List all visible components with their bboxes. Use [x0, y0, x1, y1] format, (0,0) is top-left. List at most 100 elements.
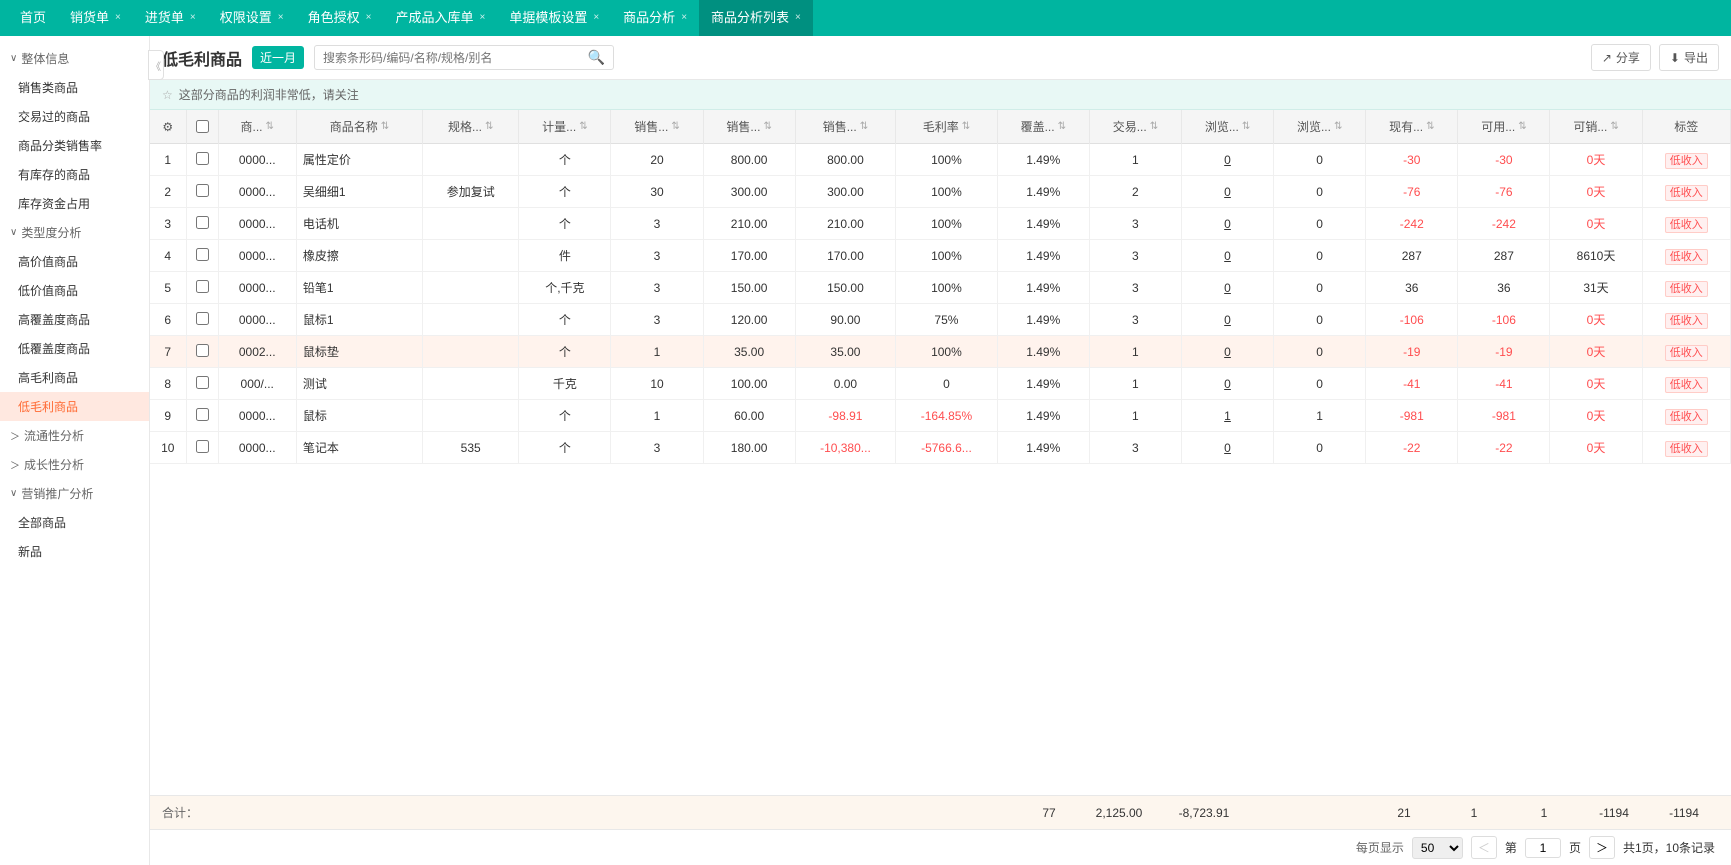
page-number-input[interactable]: [1525, 838, 1561, 858]
th-sales-profit[interactable]: 销售...⇅: [795, 110, 895, 144]
prev-page-button[interactable]: ＜: [1471, 836, 1497, 859]
row-checkbox[interactable]: [196, 408, 209, 421]
row-name[interactable]: 属性定价: [296, 144, 422, 176]
sidebar-item-low-value[interactable]: 低价值商品: [0, 276, 149, 305]
sidebar-item-capital[interactable]: 库存资金占用: [0, 189, 149, 218]
th-code[interactable]: 商...⇅: [218, 110, 296, 144]
sidebar-item-low-profit[interactable]: 低毛利商品: [0, 392, 149, 421]
row-name[interactable]: 笔记本: [296, 432, 422, 464]
sidebar-group-value-analysis[interactable]: ∨ 类型度分析: [0, 218, 149, 247]
sidebar-item-high-value[interactable]: 高价值商品: [0, 247, 149, 276]
row-name[interactable]: 铅笔1: [296, 272, 422, 304]
sidebar-group-growth[interactable]: ＞ 成长性分析: [0, 450, 149, 479]
th-spec[interactable]: 规格...⇅: [423, 110, 519, 144]
nav-permissions[interactable]: 权限设置 ×: [208, 0, 296, 36]
views1-link[interactable]: 0: [1224, 345, 1231, 359]
row-views1[interactable]: 0: [1181, 304, 1273, 336]
row-name[interactable]: 鼠标: [296, 400, 422, 432]
views1-link[interactable]: 0: [1224, 441, 1231, 455]
th-transactions[interactable]: 交易...⇅: [1089, 110, 1181, 144]
row-views1[interactable]: 0: [1181, 144, 1273, 176]
sidebar-item-new-products[interactable]: 新品: [0, 537, 149, 566]
views1-link[interactable]: 0: [1224, 217, 1231, 231]
row-checkbox[interactable]: [196, 248, 209, 261]
sidebar-item-high-coverage[interactable]: 高覆盖度商品: [0, 305, 149, 334]
th-sales-amount[interactable]: 销售...⇅: [703, 110, 795, 144]
row-views1[interactable]: 0: [1181, 240, 1273, 272]
nav-templates[interactable]: 单据模板设置 ×: [497, 0, 611, 36]
row-name[interactable]: 鼠标垫: [296, 336, 422, 368]
sidebar-item-high-profit[interactable]: 高毛利商品: [0, 363, 149, 392]
views1-link[interactable]: 0: [1224, 281, 1231, 295]
sidebar-item-traded-products[interactable]: 交易过的商品: [0, 102, 149, 131]
row-checkbox[interactable]: [196, 152, 209, 165]
th-sales-qty[interactable]: 销售...⇅: [611, 110, 703, 144]
sidebar-group-marketing[interactable]: ∨ 营销推广分析: [0, 479, 149, 508]
th-available-stock[interactable]: 可用...⇅: [1458, 110, 1550, 144]
search-input[interactable]: [323, 51, 588, 65]
views1-link[interactable]: 0: [1224, 313, 1231, 327]
th-current-stock[interactable]: 现有...⇅: [1366, 110, 1458, 144]
sidebar-item-stocked-products[interactable]: 有库存的商品: [0, 160, 149, 189]
row-views1[interactable]: 0: [1181, 336, 1273, 368]
nav-permissions-close[interactable]: ×: [278, 0, 284, 36]
row-name[interactable]: 鼠标1: [296, 304, 422, 336]
th-tag[interactable]: 标签: [1642, 110, 1730, 144]
views1-link[interactable]: 1: [1224, 409, 1231, 423]
row-views1[interactable]: 0: [1181, 208, 1273, 240]
th-settings[interactable]: ⚙: [150, 110, 186, 144]
page-size-select[interactable]: 50 100 200: [1412, 837, 1463, 859]
th-views2[interactable]: 浏览...⇅: [1274, 110, 1366, 144]
views1-link[interactable]: 0: [1224, 185, 1231, 199]
export-button[interactable]: ⬇ 导出: [1659, 44, 1719, 71]
nav-products[interactable]: 产成品入库单 ×: [383, 0, 497, 36]
row-checkbox[interactable]: [196, 184, 209, 197]
th-checkbox[interactable]: [186, 110, 218, 144]
sidebar-item-all-products[interactable]: 全部商品: [0, 508, 149, 537]
share-button[interactable]: ↗ 分享: [1591, 44, 1651, 71]
row-views1[interactable]: 0: [1181, 176, 1273, 208]
next-page-button[interactable]: ＞: [1589, 836, 1615, 859]
row-checkbox[interactable]: [196, 216, 209, 229]
row-name[interactable]: 橡皮擦: [296, 240, 422, 272]
nav-analysis-close[interactable]: ×: [681, 0, 687, 36]
row-name[interactable]: 电话机: [296, 208, 422, 240]
row-views1[interactable]: 1: [1181, 400, 1273, 432]
row-name[interactable]: 测试: [296, 368, 422, 400]
time-tag-button[interactable]: 近一月: [252, 46, 304, 69]
nav-roles-close[interactable]: ×: [366, 0, 372, 36]
nav-sales-close[interactable]: ×: [115, 0, 121, 36]
nav-products-close[interactable]: ×: [479, 0, 485, 36]
row-checkbox[interactable]: [196, 312, 209, 325]
row-views1[interactable]: 0: [1181, 272, 1273, 304]
sidebar-group-flow[interactable]: ＞ 流通性分析: [0, 421, 149, 450]
row-views1[interactable]: 0: [1181, 432, 1273, 464]
th-unit[interactable]: 计量...⇅: [519, 110, 611, 144]
views1-link[interactable]: 0: [1224, 377, 1231, 391]
views1-link[interactable]: 0: [1224, 153, 1231, 167]
nav-home[interactable]: 首页: [8, 0, 58, 36]
th-coverage[interactable]: 覆盖...⇅: [997, 110, 1089, 144]
views1-link[interactable]: 0: [1224, 249, 1231, 263]
sidebar-item-sales-products[interactable]: 销售类商品: [0, 73, 149, 102]
th-sellable[interactable]: 可销...⇅: [1550, 110, 1642, 144]
nav-templates-close[interactable]: ×: [593, 0, 599, 36]
row-checkbox[interactable]: [196, 440, 209, 453]
select-all-checkbox[interactable]: [196, 120, 209, 133]
th-name[interactable]: 商品名称⇅: [296, 110, 422, 144]
sidebar-item-category-sales[interactable]: 商品分类销售率: [0, 131, 149, 160]
nav-analysis[interactable]: 商品分析 ×: [611, 0, 699, 36]
th-views1[interactable]: 浏览...⇅: [1181, 110, 1273, 144]
row-checkbox[interactable]: [196, 376, 209, 389]
nav-sales[interactable]: 销货单 ×: [58, 0, 133, 36]
row-checkbox[interactable]: [196, 280, 209, 293]
row-name[interactable]: 吴细细1: [296, 176, 422, 208]
row-checkbox[interactable]: [196, 344, 209, 357]
nav-analysis-list[interactable]: 商品分析列表 ×: [699, 0, 813, 36]
row-views1[interactable]: 0: [1181, 368, 1273, 400]
nav-roles[interactable]: 角色授权 ×: [296, 0, 384, 36]
nav-purchase-close[interactable]: ×: [190, 0, 196, 36]
nav-purchase[interactable]: 进货单 ×: [133, 0, 208, 36]
th-gross-rate[interactable]: 毛利率⇅: [896, 110, 998, 144]
sidebar-item-low-coverage[interactable]: 低覆盖度商品: [0, 334, 149, 363]
